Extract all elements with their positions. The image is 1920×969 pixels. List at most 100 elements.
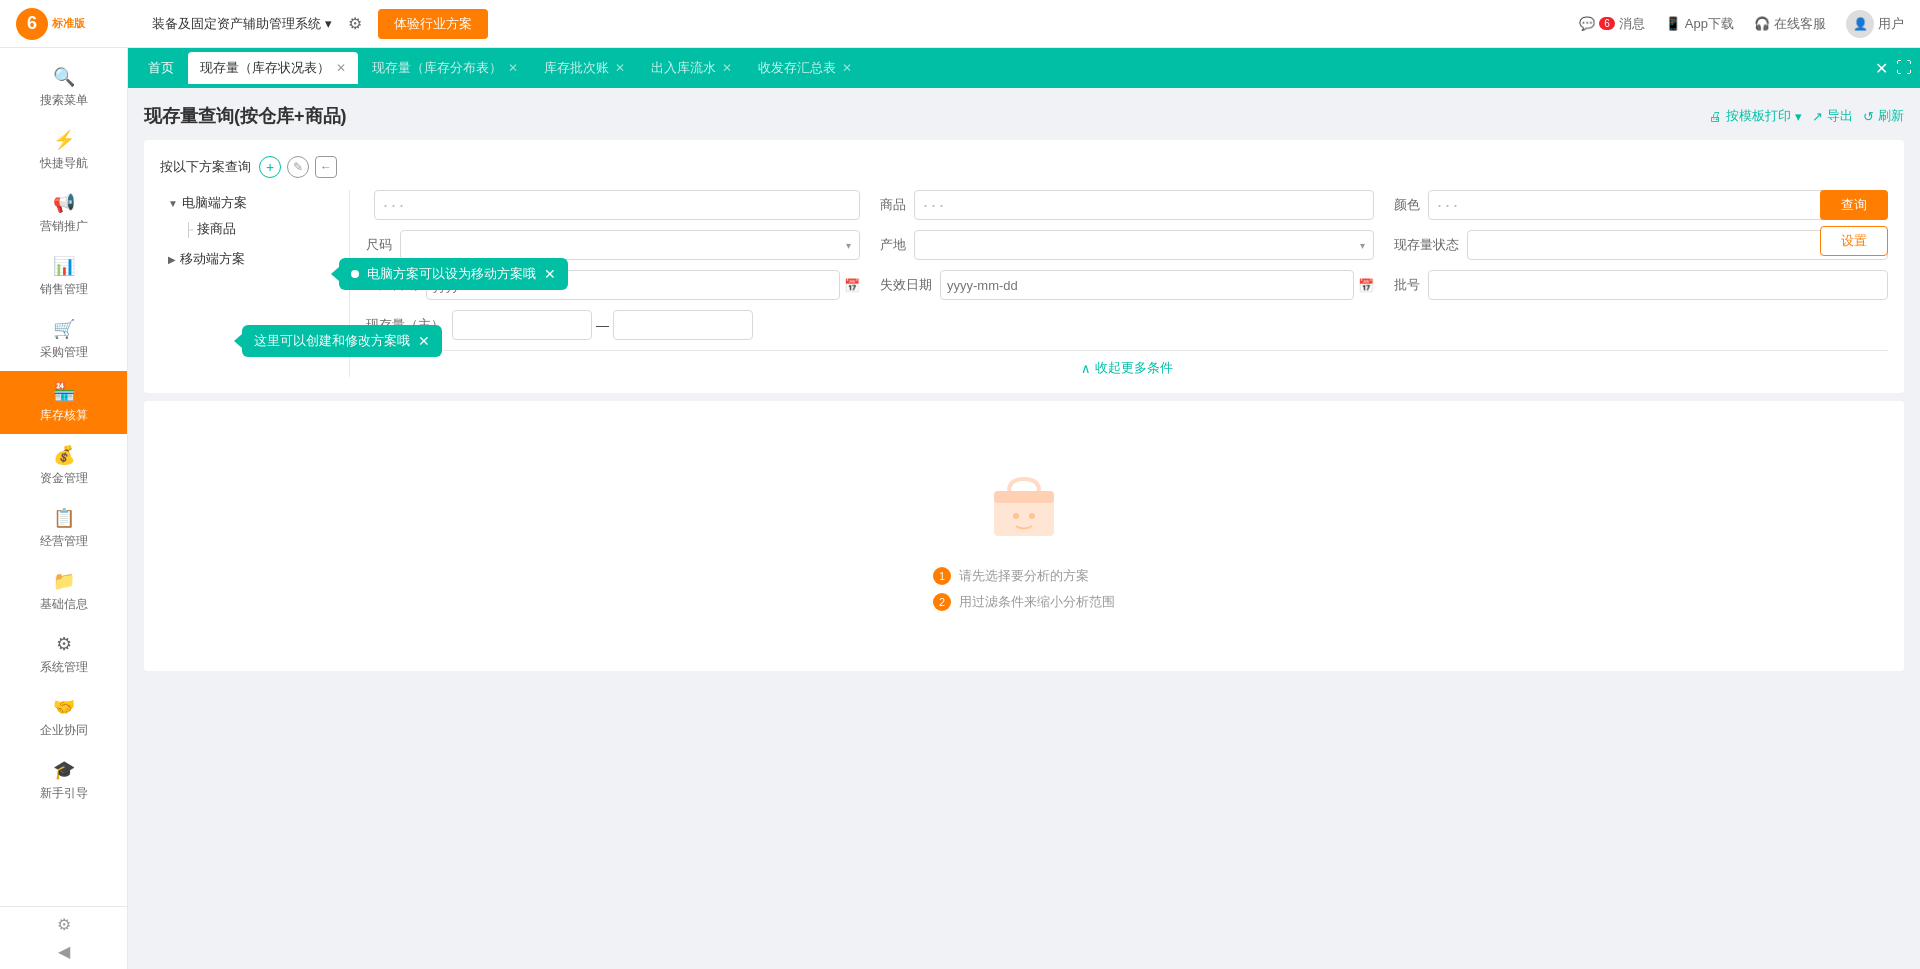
sidebar-item-label: 系统管理 — [40, 659, 88, 676]
message-icon: 💬 — [1579, 16, 1595, 31]
system-select[interactable]: 装备及固定资产辅助管理系统 ▾ — [152, 15, 332, 33]
size-select[interactable]: ▾ — [400, 230, 860, 260]
batch-no-input[interactable] — [1428, 270, 1888, 300]
tab-label: 现存量（库存状况表） — [200, 59, 330, 77]
dropdown-arrow-icon: ▾ — [1360, 240, 1365, 251]
system-icon: ⚙ — [56, 633, 72, 655]
sidebar-item-system[interactable]: ⚙ 系统管理 — [0, 623, 127, 686]
sidebar-settings-icon[interactable]: ⚙ — [57, 915, 71, 934]
message-button[interactable]: 💬 6 消息 — [1579, 15, 1645, 33]
exp-date-start[interactable] — [940, 270, 1354, 300]
sidebar: 🔍 搜索菜单 ⚡ 快捷导航 📢 营销推广 📊 销售管理 🛒 采购管理 — [0, 48, 128, 969]
popover-dot — [351, 270, 359, 278]
user-area[interactable]: 👤 用户 — [1846, 10, 1904, 38]
sidebar-item-purchase[interactable]: 🛒 采购管理 — [0, 308, 127, 371]
search-icon: 🔍 — [53, 66, 75, 88]
print-button[interactable]: 🖨 按模板打印 ▾ — [1709, 107, 1802, 125]
tab-label: 出入库流水 — [651, 59, 716, 77]
sidebar-item-finance[interactable]: 💰 资金管理 — [0, 434, 127, 497]
online-support-label: 在线客服 — [1774, 15, 1826, 33]
color-select[interactable]: ··· ▾ — [1428, 190, 1888, 220]
refresh-icon: ↺ — [1863, 109, 1874, 124]
scheme-desktop-item[interactable]: ├ 接商品 — [160, 216, 341, 242]
sidebar-collapse-icon[interactable]: ◀ — [58, 942, 70, 961]
sidebar-item-label: 库存核算 — [40, 407, 88, 424]
origin-select[interactable]: ▾ — [914, 230, 1374, 260]
refresh-label: 刷新 — [1878, 107, 1904, 125]
triangle-right-icon: ▶ — [168, 254, 176, 265]
sidebar-item-enterprise[interactable]: 🤝 企业协同 — [0, 686, 127, 749]
scheme-desktop[interactable]: ▼ 电脑端方案 — [160, 190, 341, 216]
sidebar-item-label: 搜索菜单 — [40, 92, 88, 109]
tab-inout-flow[interactable]: 出入库流水 ✕ — [639, 52, 744, 84]
reset-button[interactable]: 设置 — [1820, 226, 1888, 256]
app-download-button[interactable]: 📱 App下载 — [1665, 15, 1734, 33]
sidebar-item-marketing[interactable]: 📢 营销推广 — [0, 182, 127, 245]
search-buttons: 查询 设置 — [1820, 190, 1888, 256]
tab-inventory-batch[interactable]: 库存批次账 ✕ — [532, 52, 637, 84]
svg-rect-1 — [994, 491, 1054, 503]
fullscreen-icon[interactable]: ⛶ — [1896, 59, 1912, 77]
top-bar-left: 6 标准版 装备及固定资产辅助管理系统 ▾ ⚙ 体验行业方案 — [16, 8, 488, 40]
sidebar-item-search-menu[interactable]: 🔍 搜索菜单 — [0, 56, 127, 119]
size-field: 尺码 ▾ — [366, 230, 860, 260]
calendar-icon: 📅 — [1358, 278, 1374, 293]
sidebar-item-sales[interactable]: 📊 销售管理 — [0, 245, 127, 308]
tab-close-icon[interactable]: ✕ — [842, 61, 852, 75]
sidebar-item-label: 经营管理 — [40, 533, 88, 550]
enterprise-icon: 🤝 — [53, 696, 75, 718]
tab-home[interactable]: 首页 — [136, 52, 186, 84]
chevron-up-icon: ∧ — [1081, 361, 1091, 376]
app-container: 6 标准版 装备及固定资产辅助管理系统 ▾ ⚙ 体验行业方案 💬 6 消息 — [0, 0, 1920, 969]
tab-inventory-status[interactable]: 现存量（库存状况表） ✕ — [188, 52, 358, 84]
warehouse-select[interactable]: ··· — [374, 190, 860, 220]
tab-close-icon[interactable]: ✕ — [508, 61, 518, 75]
tab-close-icon[interactable]: ✕ — [722, 61, 732, 75]
scheme-popover: 电脑方案可以设为移动方案哦 ✕ — [339, 258, 568, 290]
collapse-label: 收起更多条件 — [1095, 359, 1173, 377]
sidebar-item-label: 快捷导航 — [40, 155, 88, 172]
industry-button[interactable]: 体验行业方案 — [378, 9, 488, 39]
filter-add-button[interactable]: + — [259, 156, 281, 178]
filter-section: 按以下方案查询 + ✎ ← — [144, 140, 1904, 393]
settings-icon[interactable]: ⚙ — [348, 14, 362, 33]
page-content: 现存量查询(按仓库+商品) 🖨 按模板打印 ▾ ↗ 导出 ↺ — [128, 88, 1920, 969]
sidebar-item-quick-nav[interactable]: ⚡ 快捷导航 — [0, 119, 127, 182]
collapse-button[interactable]: ∧ 收起更多条件 — [1081, 359, 1173, 377]
sidebar-item-newbie[interactable]: 🎓 新手引导 — [0, 749, 127, 812]
stock-qty-min[interactable] — [452, 310, 592, 340]
scheme-mobile[interactable]: ▶ 移动端方案 — [160, 246, 341, 272]
stock-qty-max[interactable] — [613, 310, 753, 340]
refresh-button[interactable]: ↺ 刷新 — [1863, 107, 1904, 125]
close-all-tabs-icon[interactable]: ✕ — [1875, 59, 1888, 78]
tab-collect-summary[interactable]: 收发存汇总表 ✕ — [746, 52, 864, 84]
inventory-icon: 🏪 — [53, 381, 75, 403]
sidebar-item-label: 基础信息 — [40, 596, 88, 613]
marketing-icon: 📢 — [53, 192, 75, 214]
tab-inventory-dist[interactable]: 现存量（库存分布表） ✕ — [360, 52, 530, 84]
page-title: 现存量查询(按仓库+商品) — [144, 104, 347, 128]
sidebar-item-inventory[interactable]: 🏪 库存核算 — [0, 371, 127, 434]
search-button[interactable]: 查询 — [1820, 190, 1888, 220]
export-button[interactable]: ↗ 导出 — [1812, 107, 1853, 125]
goods-select[interactable]: ··· — [914, 190, 1374, 220]
stock-qty-range: — — [452, 310, 772, 340]
basic-info-icon: 📁 — [53, 570, 75, 592]
chevron-down-icon: ▾ — [1795, 109, 1802, 124]
stock-status-label: 现存量状态 — [1394, 236, 1459, 254]
sales-icon: 📊 — [53, 255, 75, 277]
online-support-button[interactable]: 🎧 在线客服 — [1754, 15, 1826, 33]
scheme-mobile-label: 移动端方案 — [180, 250, 245, 268]
filter-edit-button[interactable]: ✎ — [287, 156, 309, 178]
sidebar-item-ops[interactable]: 📋 经营管理 — [0, 497, 127, 560]
filter-actions: + ✎ ← — [259, 156, 337, 178]
filter-arrow-button[interactable]: ← — [315, 156, 337, 178]
sidebar-item-basic-info[interactable]: 📁 基础信息 — [0, 560, 127, 623]
popover-arrow — [234, 334, 242, 348]
create-scheme-popover-close[interactable]: ✕ — [418, 333, 430, 349]
tab-close-icon[interactable]: ✕ — [336, 61, 346, 75]
scheme-popover-close[interactable]: ✕ — [544, 266, 556, 282]
avatar: 👤 — [1846, 10, 1874, 38]
tab-close-icon[interactable]: ✕ — [615, 61, 625, 75]
more-dots: ··· — [923, 195, 947, 216]
